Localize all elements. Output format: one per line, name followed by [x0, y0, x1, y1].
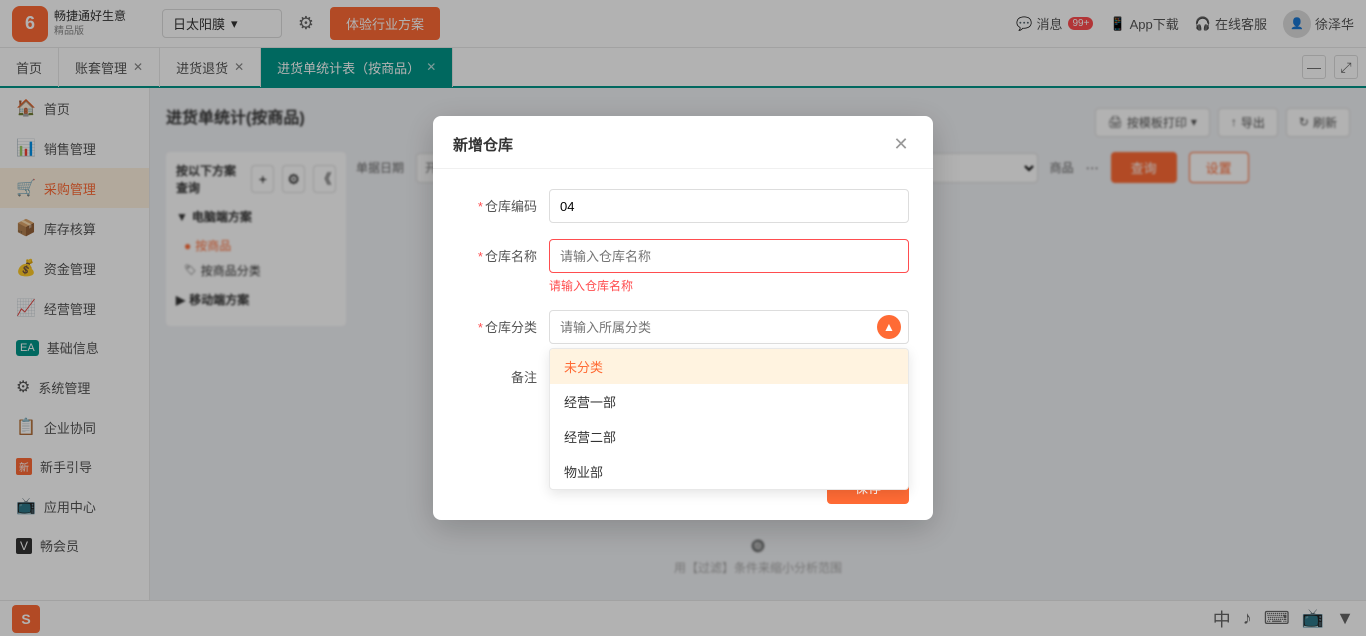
dialog-close-btn[interactable]: ✕	[889, 132, 913, 156]
category-toggle-btn[interactable]: ▲	[877, 315, 901, 339]
dropdown-item-dept1[interactable]: 经营一部	[550, 384, 908, 419]
category-input[interactable]	[549, 310, 909, 344]
dialog-header: 新增仓库 ✕	[433, 116, 933, 169]
dialog-overlay: 新增仓库 ✕ *仓库编码 *仓库名称 请输入仓库名称	[0, 0, 1366, 636]
form-row-code: *仓库编码	[457, 189, 909, 223]
dropdown-item-property[interactable]: 物业部	[550, 454, 908, 489]
dialog-title: 新增仓库	[453, 134, 513, 155]
category-control: ▲ 未分类 经营一部 经营二部 物业部	[549, 310, 909, 344]
category-input-wrap: ▲	[549, 310, 909, 344]
dialog-body: *仓库编码 *仓库名称 请输入仓库名称 *仓库分类	[433, 169, 933, 459]
name-label: *仓库名称	[457, 239, 537, 265]
form-row-name: *仓库名称 请输入仓库名称	[457, 239, 909, 294]
name-error-msg: 请输入仓库名称	[549, 277, 909, 294]
dropdown-item-dept2[interactable]: 经营二部	[550, 419, 908, 454]
form-row-category: *仓库分类 ▲ 未分类 经营一部 经营二部 物业部	[457, 310, 909, 344]
code-input[interactable]	[549, 189, 909, 223]
code-control	[549, 189, 909, 223]
name-control: 请输入仓库名称	[549, 239, 909, 294]
note-label: 备注	[457, 360, 537, 386]
new-warehouse-dialog: 新增仓库 ✕ *仓库编码 *仓库名称 请输入仓库名称	[433, 116, 933, 520]
dropdown-item-unclassified[interactable]: 未分类	[550, 349, 908, 384]
category-label: *仓库分类	[457, 310, 537, 336]
name-input[interactable]	[549, 239, 909, 273]
code-label: *仓库编码	[457, 189, 537, 215]
category-dropdown: 未分类 经营一部 经营二部 物业部	[549, 348, 909, 490]
